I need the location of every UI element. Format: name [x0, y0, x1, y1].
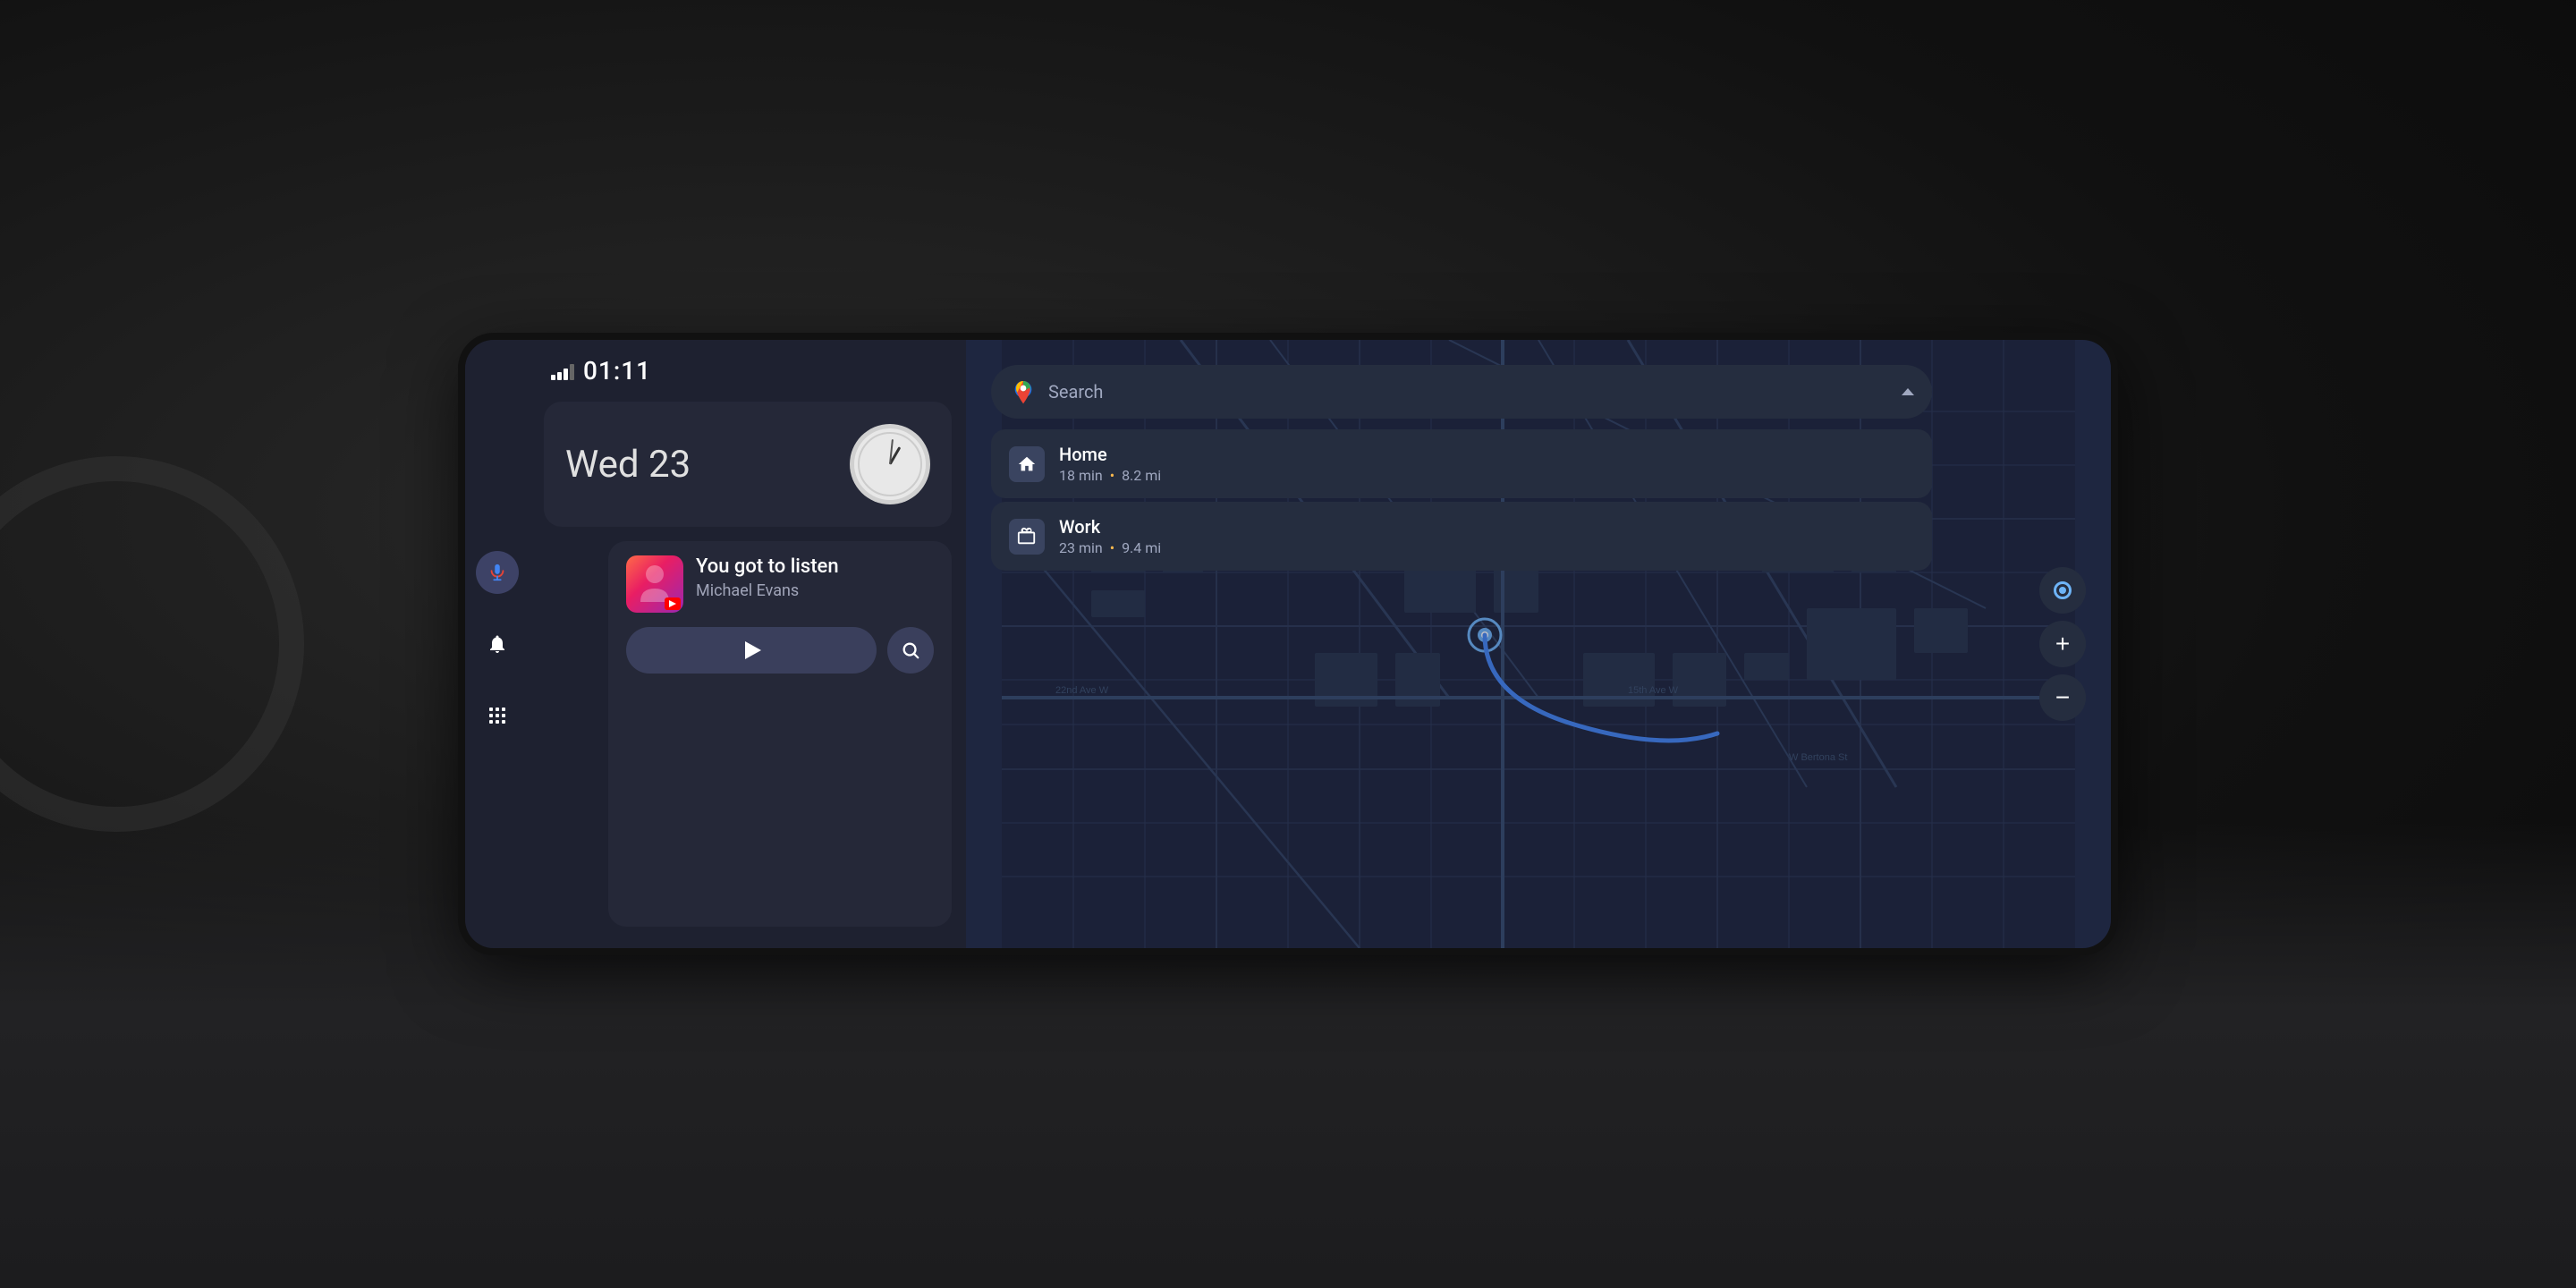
work-dest-info: Work 23 min • 9.4 mi — [1059, 516, 1161, 556]
search-placeholder-text: Search — [1048, 381, 1891, 402]
maps-panel: 22nd Ave W 15th Ave W W Bertona St W Hac… — [966, 340, 2111, 948]
search-expand-icon — [1902, 388, 1914, 395]
work-dest-icon — [1009, 519, 1045, 555]
home-dest-info: Home 18 min • 8.2 mi — [1059, 444, 1161, 484]
date-display: Wed 23 — [565, 443, 691, 487]
home-dest-name: Home — [1059, 444, 1161, 465]
notifications-button[interactable] — [476, 623, 519, 665]
map-controls: + − — [2039, 567, 2086, 721]
android-auto-screen: 01:11 Wed 23 — [465, 340, 2111, 948]
zoom-out-icon: − — [2055, 685, 2070, 710]
location-icon — [2054, 581, 2072, 599]
media-controls — [626, 627, 934, 674]
work-dest-details: 23 min • 9.4 mi — [1059, 539, 1161, 556]
home-dest-details: 18 min • 8.2 mi — [1059, 467, 1161, 484]
zoom-out-button[interactable]: − — [2039, 674, 2086, 721]
bell-icon — [487, 633, 508, 655]
media-search-button[interactable] — [887, 627, 934, 674]
date-clock-widget[interactable]: Wed 23 — [544, 402, 952, 527]
clock-face-inner — [854, 428, 926, 500]
youtube-play-icon — [669, 600, 676, 607]
google-maps-icon — [1009, 377, 1038, 406]
my-location-button[interactable] — [2039, 567, 2086, 614]
home-dest-icon — [1009, 446, 1045, 482]
app-launcher-button[interactable] — [476, 694, 519, 737]
play-icon — [745, 641, 761, 659]
work-icon — [1017, 527, 1037, 547]
clock-widget — [850, 424, 930, 504]
work-destination-card[interactable]: Work 23 min • 9.4 mi — [991, 502, 1932, 571]
home-destination-card[interactable]: Home 18 min • 8.2 mi — [991, 429, 1932, 498]
zoom-in-icon: + — [2055, 631, 2070, 657]
home-time: 18 min — [1059, 467, 1103, 484]
home-distance: 8.2 mi — [1122, 467, 1161, 484]
home-icon — [1017, 454, 1037, 474]
left-panel: 01:11 Wed 23 — [465, 340, 966, 948]
signal-strength-icon — [551, 362, 574, 380]
sidebar — [465, 340, 530, 948]
mic-icon — [487, 563, 507, 582]
media-content: You got to listen Michael Evans — [626, 555, 934, 613]
youtube-badge — [665, 597, 681, 610]
artist-name: Michael Evans — [696, 581, 934, 600]
left-content: 01:11 Wed 23 — [530, 340, 966, 948]
map-overlay: Search Home 18 min • — [966, 340, 2111, 948]
time-display: 01:11 — [583, 356, 651, 386]
status-bar: 01:11 — [530, 340, 966, 394]
album-art — [626, 555, 683, 613]
work-time: 23 min — [1059, 539, 1103, 556]
work-dest-name: Work — [1059, 516, 1161, 538]
play-button[interactable] — [626, 627, 877, 674]
navigation-search-bar[interactable]: Search — [991, 365, 1932, 419]
voice-assistant-button[interactable] — [476, 551, 519, 594]
zoom-in-button[interactable]: + — [2039, 621, 2086, 667]
grid-icon — [487, 705, 508, 726]
media-info: You got to listen Michael Evans — [696, 555, 934, 600]
search-icon — [901, 640, 920, 660]
destination-suggestions: Home 18 min • 8.2 mi — [991, 429, 1932, 571]
media-player-widget[interactable]: You got to listen Michael Evans — [608, 541, 952, 927]
song-title: You got to listen — [696, 555, 934, 578]
work-distance: 9.4 mi — [1122, 539, 1161, 556]
